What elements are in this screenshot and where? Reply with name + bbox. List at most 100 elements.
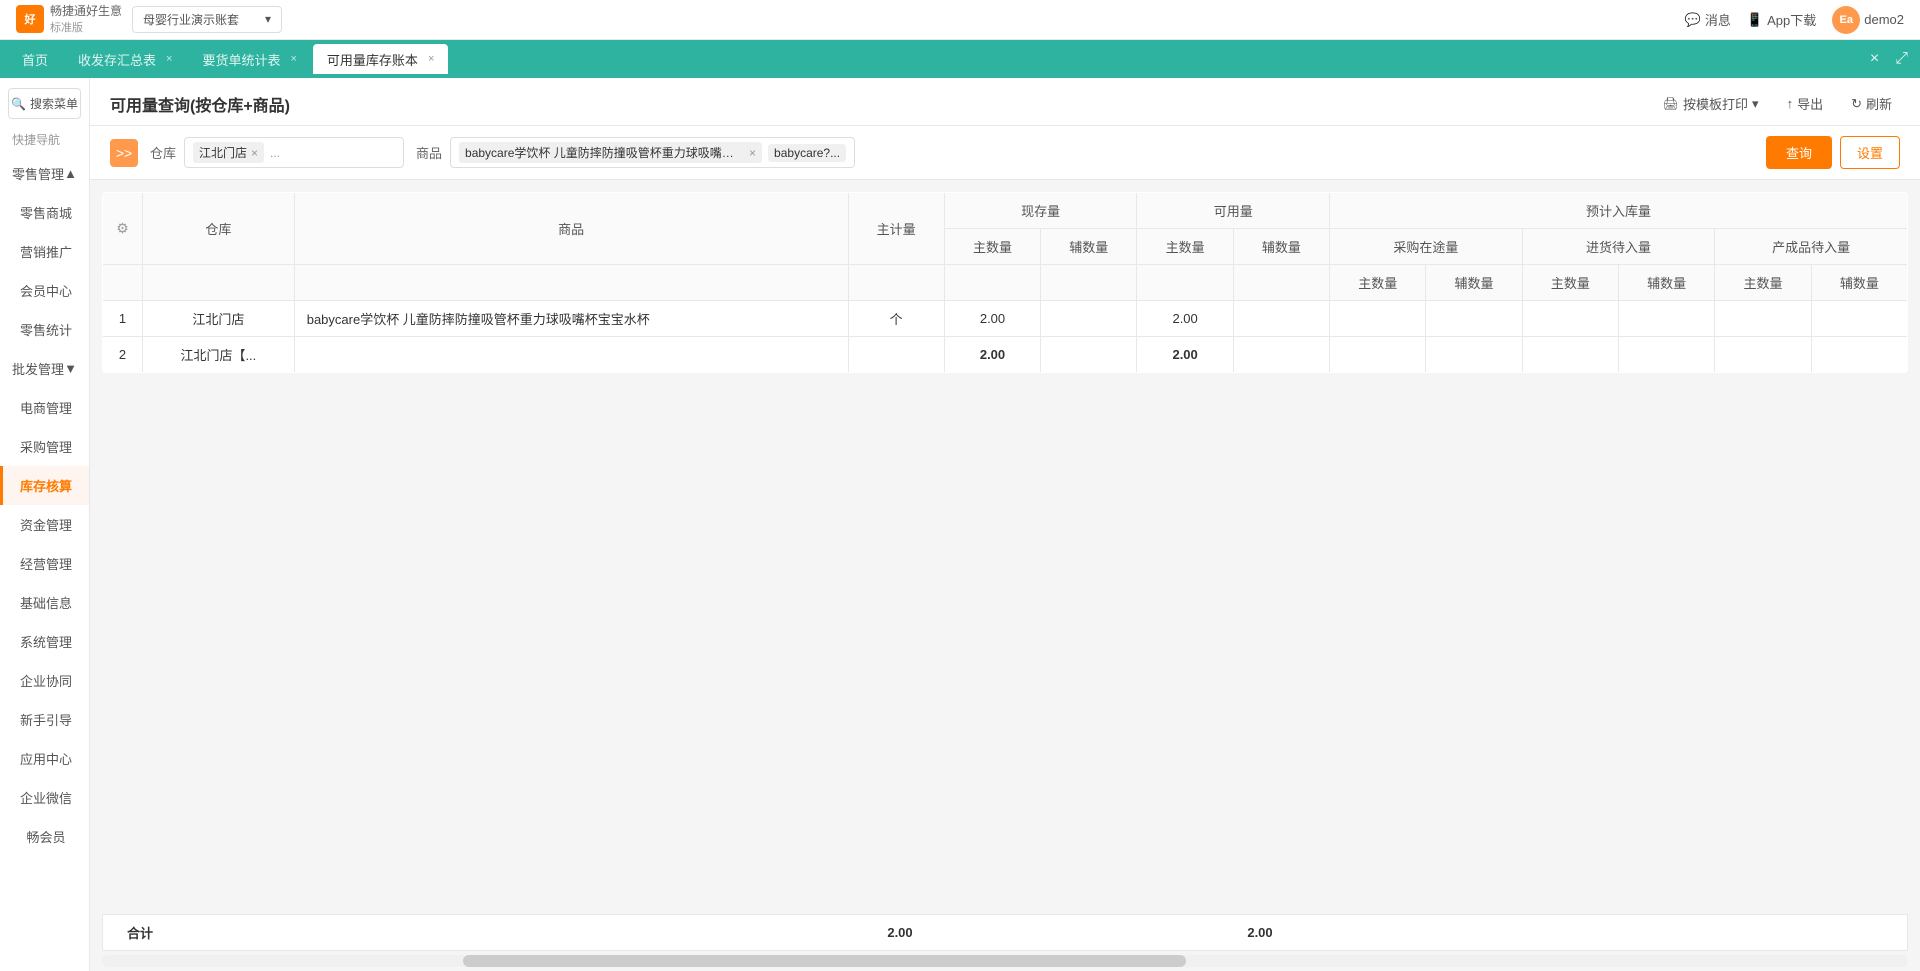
print-btn[interactable]: 🖨 按模板打印 ▾: [1655, 90, 1767, 117]
tab-available-stock[interactable]: 可用量库存账本 ×: [313, 44, 448, 74]
close-all-tabs-btn[interactable]: ×: [1866, 46, 1883, 72]
th-prod-main: 主数量: [1715, 265, 1811, 301]
sidebar-item-app-center[interactable]: 应用中心: [0, 739, 89, 778]
cell-inbound-main-2: [1522, 337, 1618, 373]
export-label: 导出: [1797, 94, 1823, 113]
warehouse-tag-remove[interactable]: ×: [251, 146, 258, 160]
cell-inbound-aux-1: [1619, 301, 1715, 337]
logo-text: 畅捷通好生意: [50, 4, 122, 18]
table-row: 2 江北门店【... 2.00 2.00: [103, 337, 1908, 373]
th-empty-unit: [848, 265, 944, 301]
horizontal-scrollbar[interactable]: [102, 955, 1908, 967]
refresh-icon: ↻: [1851, 96, 1862, 112]
tab-available-stock-close[interactable]: ×: [428, 53, 434, 65]
sidebar-item-purchase-mgmt[interactable]: 采购管理: [0, 427, 89, 466]
expand-icon: >>: [116, 145, 132, 161]
print-label: 按模板打印: [1683, 94, 1748, 113]
page-header: 可用量查询(按仓库+商品) 🖨 按模板打印 ▾ ↑ 导出 ↻ 刷新: [90, 78, 1920, 126]
warehouse-ellipsis[interactable]: ...: [270, 146, 280, 160]
gear-icon: ⚙: [116, 220, 129, 236]
sidebar-item-member-center[interactable]: 会员中心: [0, 271, 89, 310]
sidebar-item-retail-stats[interactable]: 零售统计: [0, 310, 89, 349]
cell-unit-1: 个: [848, 301, 944, 337]
product-tag-1: babycare学饮杯 儿童防摔防撞吸管杯重力球吸嘴杯宝宝水杯 ×: [459, 142, 762, 163]
th-stock-aux-qty: 辅数量: [1041, 229, 1137, 265]
tab-home[interactable]: 首页: [8, 44, 62, 74]
cell-purchase-aux-1: [1426, 301, 1522, 337]
scrollbar-thumb[interactable]: [463, 955, 1185, 967]
quick-nav-label[interactable]: 快捷导航: [0, 125, 89, 154]
warehouse-filter-input[interactable]: 江北门店 × ...: [184, 137, 404, 168]
sidebar-item-marketing[interactable]: 营销推广: [0, 232, 89, 271]
sidebar-item-system-mgmt[interactable]: 系统管理: [0, 622, 89, 661]
sidebar-item-wholesale-mgmt[interactable]: 批发管理 ▼: [0, 349, 89, 388]
sidebar-item-finance-mgmt[interactable]: 资金管理: [0, 505, 89, 544]
cell-seq-2: 2: [103, 337, 143, 373]
cell-purchase-main-1: [1330, 301, 1426, 337]
cell-avail-main-2: 2.00: [1137, 337, 1233, 373]
sidebar-item-ecommerce[interactable]: 电商管理: [0, 388, 89, 427]
user-area[interactable]: Ea demo2: [1832, 6, 1904, 34]
expand-filter-btn[interactable]: >>: [110, 139, 138, 167]
arrow-icon-2: ▼: [64, 361, 77, 376]
sidebar-item-new-guide[interactable]: 新手引导: [0, 700, 89, 739]
th-purchase-in-transit: 采购在途量: [1330, 229, 1523, 265]
query-btn[interactable]: 查询: [1766, 136, 1832, 169]
app-download-btn[interactable]: 📱 App下载: [1747, 10, 1816, 29]
tab-order-stats-label: 要货单统计表: [202, 50, 280, 69]
sidebar-item-member[interactable]: 畅会员: [0, 817, 89, 856]
tab-order-stats-close[interactable]: ×: [290, 53, 296, 65]
sidebar-item-operations-mgmt[interactable]: 经营管理: [0, 544, 89, 583]
th-purchase-aux: 辅数量: [1426, 265, 1522, 301]
logo-icon: 好: [16, 5, 44, 33]
message-btn[interactable]: 💬 消息: [1685, 10, 1731, 29]
product-tag-1-remove[interactable]: ×: [749, 146, 756, 160]
main-layout: 🔍 搜索菜单 快捷导航 零售管理 ▲ 零售商城 营销推广 会员中心 零售统计 批…: [0, 78, 1920, 971]
industry-selector[interactable]: 母婴行业演示账套 ▾: [132, 6, 282, 33]
table-area: ⚙ 仓库 商品 主计量 现存量 可用量 预计入库量 主数量 辅数量 主数量 辅数…: [90, 180, 1920, 914]
export-icon: ↑: [1787, 96, 1794, 111]
sidebar-item-enterprise-wechat[interactable]: 企业微信: [0, 778, 89, 817]
refresh-btn[interactable]: ↻ 刷新: [1843, 90, 1900, 117]
tab-home-label: 首页: [22, 50, 48, 69]
tab-receipts-label: 收发存汇总表: [78, 50, 156, 69]
sidebar-item-inventory-check[interactable]: 库存核算: [0, 466, 89, 505]
expand-btn[interactable]: ⤢: [1891, 46, 1912, 72]
tab-receipts[interactable]: 收发存汇总表 ×: [64, 44, 186, 74]
sidebar-item-retail-mgmt[interactable]: 零售管理 ▲: [0, 154, 89, 193]
industry-label: 母婴行业演示账套: [143, 11, 239, 28]
cell-stock-aux-2: [1041, 337, 1137, 373]
settings-btn[interactable]: 设置: [1840, 136, 1900, 169]
th-empty-product: [294, 265, 848, 301]
cell-stock-main-2: 2.00: [944, 337, 1040, 373]
nav-tabs-bar: 首页 收发存汇总表 × 要货单统计表 × 可用量库存账本 × × ⤢: [0, 40, 1920, 78]
th-warehouse: 仓库: [143, 193, 295, 265]
sidebar-item-basic-info[interactable]: 基础信息: [0, 583, 89, 622]
th-empty-sm: [944, 265, 1040, 301]
footer-label: 合计: [115, 923, 265, 942]
sidebar-item-enterprise-collab[interactable]: 企业协同: [0, 661, 89, 700]
search-menu-btn[interactable]: 🔍 搜索菜单: [8, 88, 81, 119]
product-filter-input[interactable]: babycare学饮杯 儿童防摔防撞吸管杯重力球吸嘴杯宝宝水杯 × babyca…: [450, 137, 855, 168]
cell-unit-2: [848, 337, 944, 373]
tab-available-stock-label: 可用量库存账本: [327, 50, 418, 69]
th-current-stock: 现存量: [944, 193, 1137, 229]
product-filter-label: 商品: [416, 143, 442, 162]
cell-product-2: [294, 337, 848, 373]
th-inbound-main: 主数量: [1522, 265, 1618, 301]
tab-receipts-close[interactable]: ×: [166, 53, 172, 65]
filter-actions: 查询 设置: [1766, 136, 1900, 169]
th-empty-aa: [1233, 265, 1329, 301]
message-label: 消息: [1705, 10, 1731, 29]
th-settings[interactable]: ⚙: [103, 193, 143, 265]
export-btn[interactable]: ↑ 导出: [1779, 90, 1832, 117]
cell-prod-aux-1: [1811, 301, 1907, 337]
th-available-qty: 可用量: [1137, 193, 1330, 229]
avatar: Ea: [1832, 6, 1860, 34]
app-download-label: App下载: [1767, 10, 1816, 29]
sidebar-item-retail-mall[interactable]: 零售商城: [0, 193, 89, 232]
th-avail-aux-qty: 辅数量: [1233, 229, 1329, 265]
printer-icon: 🖨: [1663, 96, 1680, 112]
tab-order-stats[interactable]: 要货单统计表 ×: [188, 44, 310, 74]
table-footer: 合计 2.00 2.00: [102, 914, 1908, 951]
